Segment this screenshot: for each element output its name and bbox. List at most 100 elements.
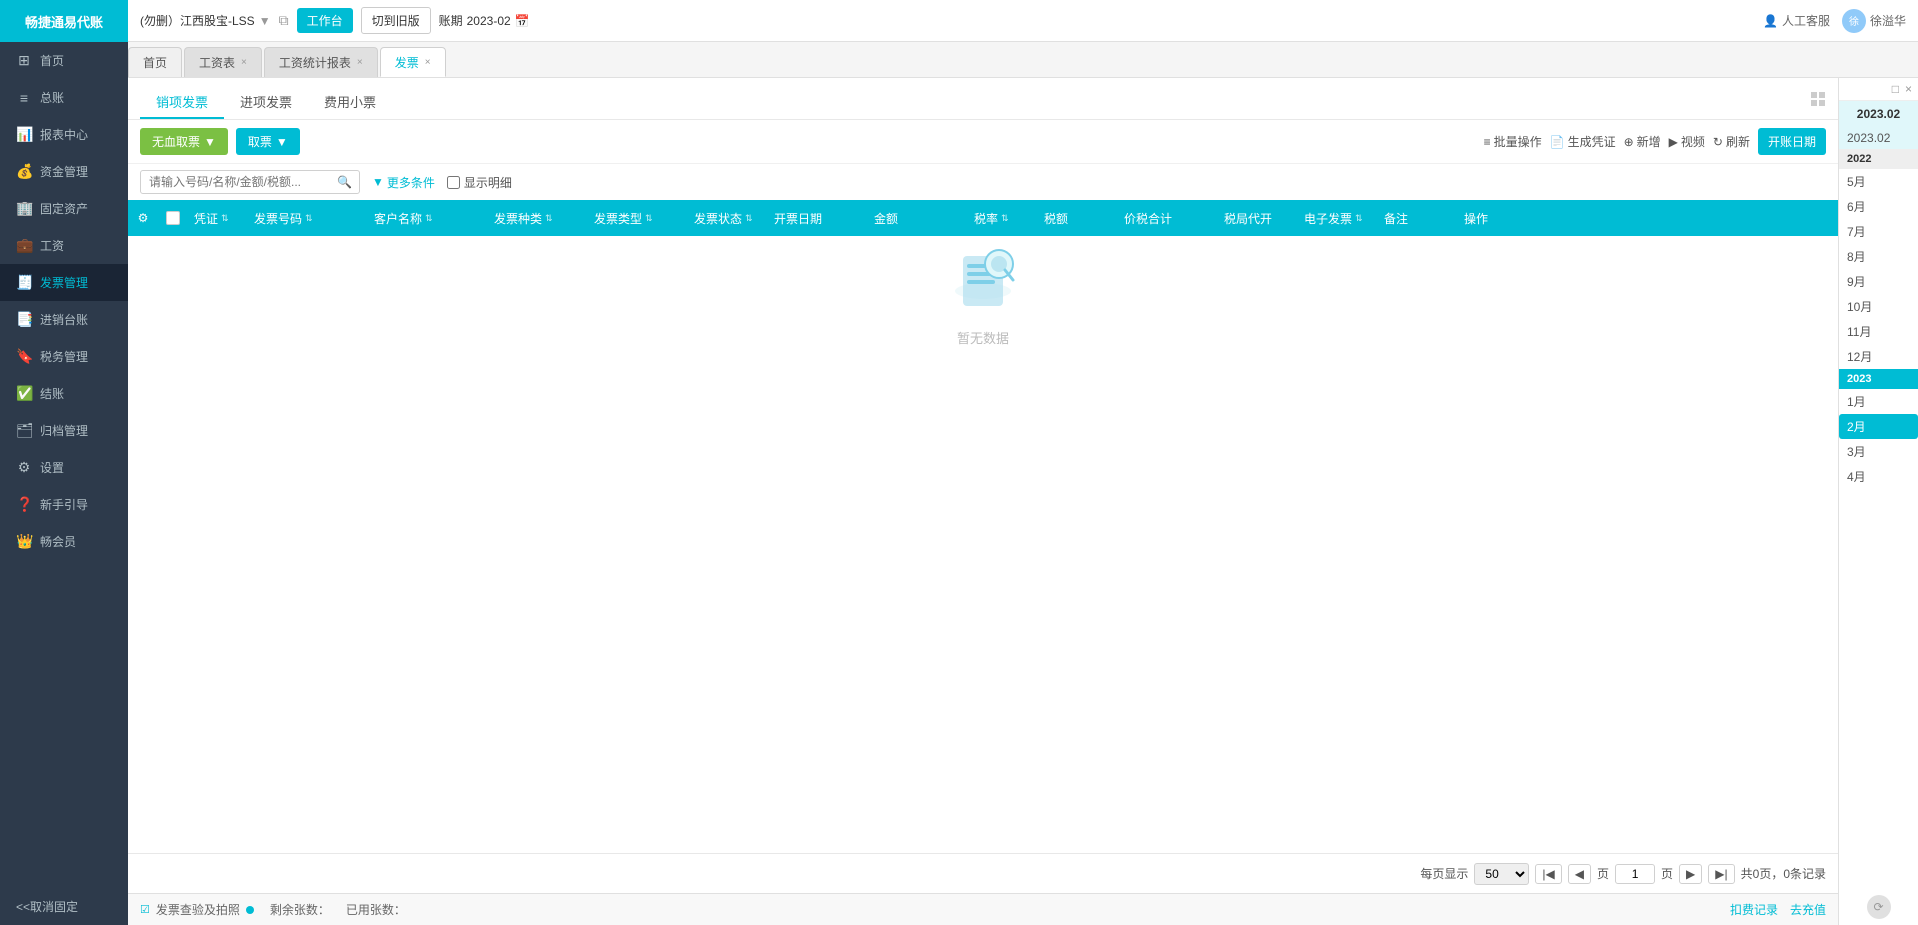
- sidebar-item-tax[interactable]: 🔖 税务管理: [0, 338, 128, 375]
- tab-salary-report-close[interactable]: ×: [357, 57, 363, 68]
- grid-view-icon[interactable]: [1810, 91, 1826, 110]
- tab-home[interactable]: 首页: [128, 47, 182, 77]
- date-panel-maximize-icon[interactable]: □: [1892, 82, 1899, 96]
- more-filter-button[interactable]: ▼ 更多条件: [372, 174, 435, 191]
- sidebar-item-ledger[interactable]: ≡ 总账: [0, 79, 128, 116]
- deduct-link[interactable]: 扣费记录: [1730, 901, 1778, 918]
- salary-icon: 💼: [16, 237, 32, 254]
- subtab-expense[interactable]: 费用小票: [308, 86, 392, 119]
- tab-invoice-close[interactable]: ×: [425, 57, 431, 68]
- date-month-6[interactable]: 6月: [1839, 194, 1918, 219]
- more-filter-label: 更多条件: [387, 174, 435, 191]
- date-month-9[interactable]: 9月: [1839, 269, 1918, 294]
- show-detail-toggle[interactable]: 显示明细: [447, 174, 512, 191]
- sidebar-item-invoices[interactable]: 🧾 发票管理: [0, 264, 128, 301]
- sidebar-item-label: 新手引导: [40, 496, 88, 513]
- subtab-purchase[interactable]: 进项发票: [224, 86, 308, 119]
- date-month-7[interactable]: 7月: [1839, 219, 1918, 244]
- date-month-2-active[interactable]: 2月: [1839, 414, 1918, 439]
- th-electronic-sort-icon: ⇅: [1355, 213, 1363, 224]
- sidebar-item-home[interactable]: ⊞ 首页: [0, 42, 128, 79]
- search-input[interactable]: [140, 170, 360, 194]
- no-take-label: 无血取票: [152, 133, 200, 150]
- funds-icon: 💰: [16, 163, 32, 180]
- support-button[interactable]: 👤 人工客服: [1763, 12, 1830, 29]
- take-button[interactable]: 取票 ▼: [236, 128, 300, 155]
- th-open-date-label: 开票日期: [774, 210, 822, 227]
- sidebar-item-guide[interactable]: ❓ 新手引导: [0, 486, 128, 523]
- copy-icon[interactable]: ⧉: [279, 12, 289, 29]
- show-detail-checkbox[interactable]: [447, 176, 460, 189]
- last-page-button[interactable]: ▶|: [1708, 864, 1734, 884]
- batch-op-button[interactable]: ≡ 批量操作: [1484, 133, 1542, 150]
- page-input[interactable]: [1615, 864, 1655, 884]
- sidebar-item-archive[interactable]: 🗂 归档管理: [0, 412, 128, 449]
- th-total: 价税合计: [1118, 210, 1218, 227]
- date-month-4[interactable]: 4月: [1839, 464, 1918, 489]
- open-period-button[interactable]: 开账日期: [1758, 128, 1826, 155]
- date-month-5[interactable]: 5月: [1839, 169, 1918, 194]
- recharge-link[interactable]: 去充值: [1790, 901, 1826, 918]
- th-checkbox[interactable]: [158, 211, 188, 225]
- invoice-icon: 🧾: [16, 274, 32, 291]
- assets-icon: 🏢: [16, 200, 32, 217]
- refresh-button[interactable]: ↻ 刷新: [1713, 133, 1750, 150]
- video-button[interactable]: ▶ 视频: [1669, 133, 1705, 150]
- page-label: 页: [1597, 865, 1609, 882]
- sidebar-item-settings[interactable]: ⚙ 设置: [0, 449, 128, 486]
- th-invoice-cat[interactable]: 发票类型 ⇅: [588, 210, 688, 227]
- date-month-3[interactable]: 3月: [1839, 439, 1918, 464]
- sidebar-item-assets[interactable]: 🏢 固定资产: [0, 190, 128, 227]
- sidebar-item-label: 归档管理: [40, 422, 88, 439]
- next-page-button[interactable]: ▶: [1679, 864, 1702, 884]
- th-invoice-type[interactable]: 发票种类 ⇅: [488, 210, 588, 227]
- date-month-8[interactable]: 8月: [1839, 244, 1918, 269]
- tab-salary[interactable]: 工资表 ×: [184, 47, 262, 77]
- tab-salary-report[interactable]: 工资统计报表 ×: [264, 47, 378, 77]
- no-take-button[interactable]: 无血取票 ▼: [140, 128, 228, 155]
- subtab-sales[interactable]: 销项发票: [140, 86, 224, 119]
- th-customer[interactable]: 客户名称 ⇅: [368, 210, 488, 227]
- date-month-11[interactable]: 11月: [1839, 319, 1918, 344]
- add-label: 新增: [1637, 133, 1661, 150]
- date-month-12[interactable]: 12月: [1839, 344, 1918, 369]
- sidebar-item-label: 畅会员: [40, 533, 76, 550]
- date-month-10[interactable]: 10月: [1839, 294, 1918, 319]
- th-electronic[interactable]: 电子发票 ⇅: [1298, 210, 1378, 227]
- tab-salary-close[interactable]: ×: [241, 57, 247, 68]
- sidebar-item-close-account[interactable]: ✅ 结账: [0, 375, 128, 412]
- th-cert[interactable]: 凭证 ⇅: [188, 210, 248, 227]
- prev-page-button[interactable]: ◀: [1568, 864, 1591, 884]
- date-month-item-current[interactable]: 2023.02: [1839, 127, 1918, 149]
- workspace-button[interactable]: 工作台: [297, 8, 353, 33]
- empty-state: 暂无数据: [128, 236, 1838, 347]
- sidebar-pin-toggle[interactable]: <<取消固定: [0, 888, 128, 925]
- th-note: 备注: [1378, 210, 1458, 227]
- th-invoice-cat-sort-icon: ⇅: [645, 213, 653, 224]
- th-tax-code: 税局代开: [1218, 210, 1298, 227]
- sidebar-item-funds[interactable]: 💰 资金管理: [0, 153, 128, 190]
- add-button[interactable]: ⊕ 新增: [1624, 133, 1661, 150]
- status-dot: [246, 906, 254, 914]
- th-invoice-status[interactable]: 发票状态 ⇅: [688, 210, 768, 227]
- th-invoice-no[interactable]: 发票号码 ⇅: [248, 210, 368, 227]
- sidebar-item-sales-ledger[interactable]: 📑 进销台账: [0, 301, 128, 338]
- sidebar-item-member[interactable]: 👑 畅会员: [0, 523, 128, 560]
- th-icon: ⚙: [128, 211, 158, 225]
- toolbar-right: ≡ 批量操作 📄 生成凭证 ⊕ 新增 ▶ 视频: [1484, 128, 1826, 155]
- date-panel-scroll-icon[interactable]: ⟳: [1867, 895, 1891, 919]
- date-month-1[interactable]: 1月: [1839, 389, 1918, 414]
- gen-cert-button[interactable]: 📄 生成凭证: [1550, 133, 1616, 150]
- user-menu[interactable]: 徐 徐溢华: [1842, 9, 1906, 33]
- old-version-button[interactable]: 切到旧版: [361, 7, 431, 34]
- tab-invoice[interactable]: 发票 ×: [380, 47, 446, 77]
- sidebar-item-salary[interactable]: 💼 工资: [0, 227, 128, 264]
- date-panel-close-icon[interactable]: ×: [1905, 82, 1912, 96]
- sidebar-item-reports[interactable]: 📊 报表中心: [0, 116, 128, 153]
- calendar-icon[interactable]: 📅: [515, 14, 530, 28]
- per-page-select[interactable]: 50 20 100: [1474, 863, 1529, 885]
- th-action-label: 操作: [1464, 210, 1488, 227]
- first-page-button[interactable]: |◀: [1535, 864, 1561, 884]
- company-selector[interactable]: (勿删）江西股宝-LSS ▼: [140, 12, 271, 29]
- th-tax-rate[interactable]: 税率 ⇅: [968, 210, 1038, 227]
